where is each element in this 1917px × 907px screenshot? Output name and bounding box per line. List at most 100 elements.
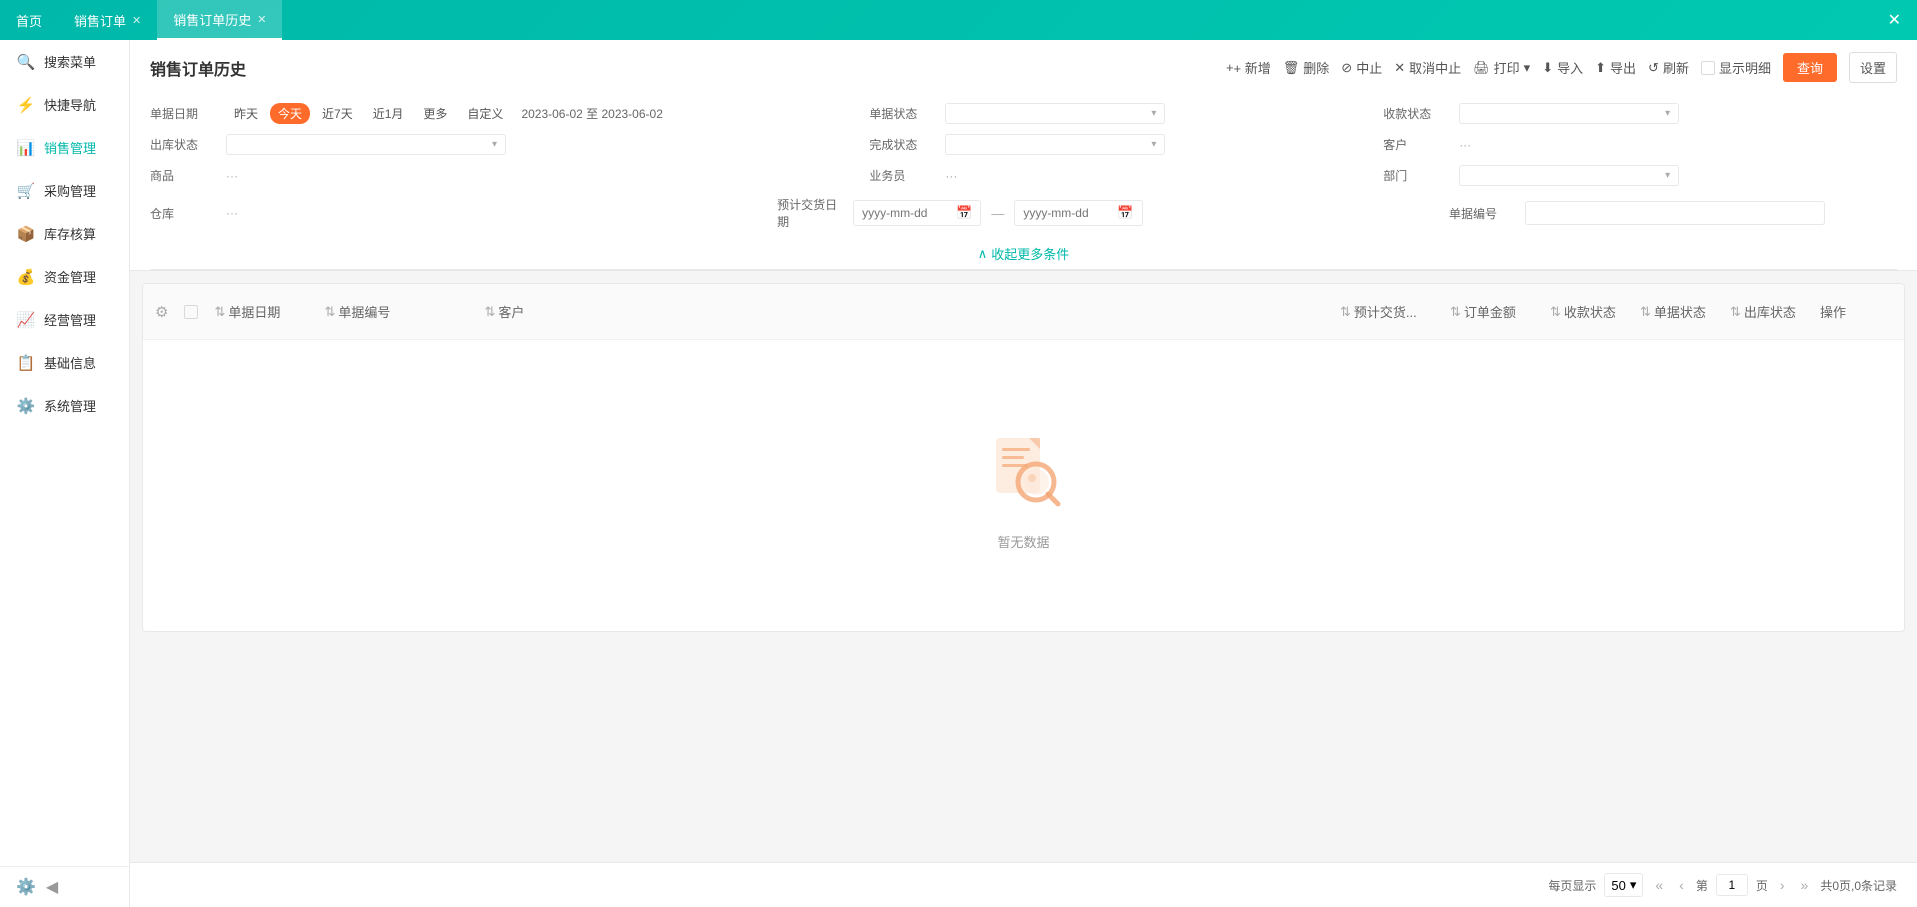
delete-button[interactable]: 🗑 删除 bbox=[1283, 58, 1330, 77]
close-sales-order-tab-icon[interactable]: ✕ bbox=[132, 14, 141, 27]
settings-button[interactable]: 设置 bbox=[1849, 52, 1897, 83]
bill-no-input[interactable] bbox=[1525, 201, 1825, 225]
refresh-button[interactable]: ↺ 刷新 bbox=[1648, 58, 1689, 77]
dept-chevron-icon: ▾ bbox=[1665, 170, 1670, 181]
calendar-start-icon[interactable]: 📅 bbox=[956, 205, 972, 221]
sidebar-item-search-label: 搜索菜单 bbox=[44, 52, 96, 71]
export-button[interactable]: ⬆ 导出 bbox=[1595, 58, 1636, 77]
pay-status-label: 收款状态 bbox=[1383, 105, 1453, 122]
col-stock-status[interactable]: ⇅ 出库状态 bbox=[1722, 292, 1812, 331]
first-page-button[interactable]: « bbox=[1651, 875, 1667, 895]
select-all-checkbox[interactable] bbox=[184, 305, 198, 319]
per-page-chevron-icon: ▾ bbox=[1630, 877, 1637, 893]
date-filter: 昨天 今天 近7天 近1月 更多 自定义 2023-06-02 至 2023-0… bbox=[226, 103, 869, 124]
sidebar-item-quick-nav[interactable]: ⚡ 快捷导航 bbox=[0, 83, 129, 126]
sort-icon-bill-status: ⇅ bbox=[1640, 304, 1651, 320]
settings-label: 设置 bbox=[1860, 58, 1886, 77]
dept-label: 部门 bbox=[1383, 167, 1453, 184]
display-cols-checkbox[interactable] bbox=[1701, 61, 1715, 75]
close-sales-order-history-tab-icon[interactable]: ✕ bbox=[257, 13, 266, 26]
date-option-more[interactable]: 更多 bbox=[415, 103, 455, 124]
sidebar-item-purchase[interactable]: 🛒 采购管理 bbox=[0, 169, 129, 212]
stock-out-label: 出库状态 bbox=[150, 136, 220, 153]
sort-icon-customer: ⇅ bbox=[484, 304, 495, 320]
collapse-row[interactable]: ∧ 收起更多条件 bbox=[150, 240, 1897, 269]
new-button[interactable]: + + 新增 bbox=[1226, 58, 1271, 77]
import-button[interactable]: ⬇ 导入 bbox=[1542, 58, 1583, 77]
sidebar-item-inventory[interactable]: 📦 库存核算 bbox=[0, 212, 129, 255]
sidebar-item-search[interactable]: 🔍 搜索菜单 bbox=[0, 40, 129, 83]
table-toolbar: ⚙ ⇅ 单据日期 ⇅ 单据编号 ⇅ 客户 bbox=[143, 284, 1904, 340]
per-page-select[interactable]: 50 ▾ bbox=[1604, 873, 1643, 897]
delivery-date-end-input[interactable] bbox=[1023, 206, 1113, 220]
next-page-button[interactable]: › bbox=[1776, 875, 1789, 895]
sidebar-item-sales[interactable]: 📊 销售管理 bbox=[0, 126, 129, 169]
stop-button[interactable]: ⊘ 中止 bbox=[1341, 58, 1382, 77]
sidebar-settings-icon[interactable]: ⚙️ bbox=[16, 877, 36, 897]
sidebar-item-purchase-label: 采购管理 bbox=[44, 181, 96, 200]
warehouse-more-icon[interactable]: ··· bbox=[226, 206, 238, 220]
table-settings-icon[interactable]: ⚙ bbox=[155, 303, 168, 321]
per-page-label: 每页显示 bbox=[1548, 877, 1596, 894]
complete-select[interactable]: ▾ bbox=[945, 134, 1165, 155]
col-bill-status[interactable]: ⇅ 单据状态 bbox=[1632, 292, 1722, 331]
sidebar-item-inventory-label: 库存核算 bbox=[44, 224, 96, 243]
date-option-1month[interactable]: 近1月 bbox=[365, 103, 412, 124]
print-button[interactable]: 🖨 打印 ▾ bbox=[1473, 58, 1530, 77]
date-option-custom[interactable]: 自定义 bbox=[459, 103, 511, 124]
operations-icon: 📈 bbox=[16, 311, 36, 329]
cancel-stop-icon: ✕ bbox=[1394, 60, 1405, 76]
sales-person-label: 业务员 bbox=[869, 167, 939, 184]
stock-out-chevron-icon: ▾ bbox=[492, 139, 497, 150]
col-customer[interactable]: ⇅ 客户 bbox=[476, 292, 1332, 331]
display-cols-checkbox-wrap[interactable]: 显示明细 bbox=[1701, 58, 1771, 77]
pay-status-select[interactable]: ▾ bbox=[1459, 103, 1679, 124]
tab-home[interactable]: 首页 bbox=[0, 0, 58, 40]
tab-sales-order-history[interactable]: 销售订单历史 ✕ bbox=[157, 0, 282, 40]
purchase-icon: 🛒 bbox=[16, 182, 36, 200]
cancel-stop-button[interactable]: ✕ 取消中止 bbox=[1394, 58, 1461, 77]
col-billno[interactable]: ⇅ 单据编号 bbox=[316, 292, 476, 331]
col-pay-status[interactable]: ⇅ 收款状态 bbox=[1542, 292, 1632, 331]
sort-icon-delivery: ⇅ bbox=[1340, 304, 1351, 320]
col-date[interactable]: ⇅ 单据日期 bbox=[206, 292, 316, 331]
sidebar-collapse-icon[interactable]: ◀ bbox=[46, 877, 58, 897]
dept-select[interactable]: ▾ bbox=[1459, 165, 1679, 186]
query-button[interactable]: 查询 bbox=[1783, 53, 1837, 82]
delivery-date-start-input[interactable] bbox=[862, 206, 952, 220]
goods-more-icon[interactable]: ··· bbox=[226, 169, 238, 183]
bill-status-label: 单据状态 bbox=[869, 105, 939, 122]
sidebar-item-finance[interactable]: 💰 资金管理 bbox=[0, 255, 129, 298]
bill-status-select[interactable]: ▾ bbox=[945, 103, 1165, 124]
tab-sales-order[interactable]: 销售订单 ✕ bbox=[58, 0, 157, 40]
table-area: ⚙ ⇅ 单据日期 ⇅ 单据编号 ⇅ 客户 bbox=[142, 283, 1905, 632]
col-delivery[interactable]: ⇅ 预计交货... bbox=[1332, 292, 1442, 331]
last-page-button[interactable]: » bbox=[1797, 875, 1813, 895]
window-close-icon[interactable]: ✕ bbox=[1888, 10, 1901, 30]
stock-out-select[interactable]: ▾ bbox=[226, 134, 506, 155]
calendar-end-icon[interactable]: 📅 bbox=[1117, 205, 1133, 221]
pagination-bar: 每页显示 50 ▾ « ‹ 第 页 › » 共0页,0条记录 bbox=[130, 862, 1917, 907]
current-page-input[interactable] bbox=[1716, 874, 1748, 896]
col-amount[interactable]: ⇅ 订单金额 bbox=[1442, 292, 1542, 331]
date-dash: — bbox=[991, 206, 1004, 221]
date-option-today[interactable]: 今天 bbox=[270, 103, 310, 124]
delete-icon: 🗑 bbox=[1283, 60, 1300, 76]
date-option-yesterday[interactable]: 昨天 bbox=[226, 103, 266, 124]
date-option-7days[interactable]: 近7天 bbox=[314, 103, 361, 124]
sidebar-item-system-label: 系统管理 bbox=[44, 396, 96, 415]
system-icon: ⚙️ bbox=[16, 397, 36, 415]
warehouse-label: 仓库 bbox=[150, 205, 220, 222]
sales-person-more-icon[interactable]: ··· bbox=[945, 169, 957, 183]
sidebar-item-operations[interactable]: 📈 经营管理 bbox=[0, 298, 129, 341]
base-info-icon: 📋 bbox=[16, 354, 36, 372]
per-page-value: 50 bbox=[1611, 878, 1625, 893]
prev-page-button[interactable]: ‹ bbox=[1675, 875, 1688, 895]
sidebar-item-system[interactable]: ⚙️ 系统管理 bbox=[0, 384, 129, 427]
customer-more-icon[interactable]: ··· bbox=[1459, 138, 1471, 152]
sidebar-item-operations-label: 经营管理 bbox=[44, 310, 96, 329]
new-icon: + bbox=[1226, 60, 1234, 75]
total-info: 共0页,0条记录 bbox=[1820, 877, 1897, 894]
sidebar-item-base-info[interactable]: 📋 基础信息 bbox=[0, 341, 129, 384]
sidebar-bottom: ⚙️ ◀ bbox=[0, 866, 129, 907]
